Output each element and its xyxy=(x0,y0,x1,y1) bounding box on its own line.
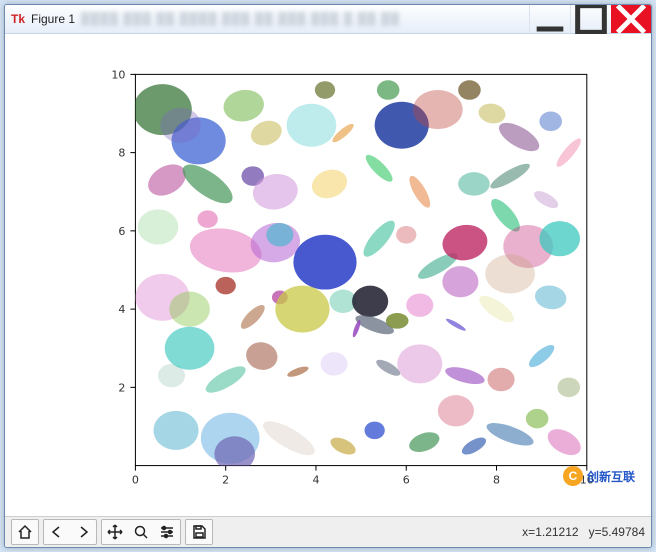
svg-text:8: 8 xyxy=(118,147,125,160)
svg-text:8: 8 xyxy=(493,474,500,487)
title-bar-blur: ████ ███ ██ ████ ███ ██ ███ ███ █ ██ ██ xyxy=(75,12,529,26)
save-button[interactable] xyxy=(187,521,211,543)
pan-button[interactable] xyxy=(103,521,127,543)
svg-text:2: 2 xyxy=(118,381,125,394)
plot-svg: 0 2 4 6 8 10 2 4 6 8 10 xyxy=(5,34,651,516)
coord-x-value: 1.21212 xyxy=(535,525,578,539)
svg-text:6: 6 xyxy=(403,474,410,487)
close-button[interactable] xyxy=(611,5,651,33)
home-button[interactable] xyxy=(13,521,37,543)
svg-text:4: 4 xyxy=(312,474,319,487)
window: Tk Figure 1 ████ ███ ██ ████ ███ ██ ███ … xyxy=(4,4,652,548)
plot-canvas[interactable]: 0246810246810 C 创新互联 xyxy=(5,34,651,516)
tk-logo-icon: Tk xyxy=(11,12,25,26)
svg-text:10: 10 xyxy=(111,68,125,81)
window-title: Figure 1 xyxy=(31,12,75,26)
forward-button[interactable] xyxy=(71,521,95,543)
maximize-button[interactable] xyxy=(570,5,611,33)
svg-text:10: 10 xyxy=(580,474,594,487)
back-button[interactable] xyxy=(45,521,69,543)
zoom-button[interactable] xyxy=(129,521,153,543)
coord-y-value: 5.49784 xyxy=(602,525,645,539)
matplotlib-toolbar: x=1.21212 y=5.49784 xyxy=(5,516,651,547)
coord-x-label: x= xyxy=(522,525,535,539)
svg-text:6: 6 xyxy=(118,225,125,238)
configure-button[interactable] xyxy=(155,521,179,543)
cursor-coordinates: x=1.21212 y=5.49784 xyxy=(522,525,645,539)
svg-text:2: 2 xyxy=(222,474,229,487)
svg-text:4: 4 xyxy=(118,303,125,316)
coord-y-label: y= xyxy=(589,525,602,539)
svg-text:0: 0 xyxy=(132,474,139,487)
title-bar[interactable]: Tk Figure 1 ████ ███ ██ ████ ███ ██ ███ … xyxy=(5,5,651,34)
minimize-button[interactable] xyxy=(529,5,570,33)
window-controls xyxy=(529,5,651,33)
